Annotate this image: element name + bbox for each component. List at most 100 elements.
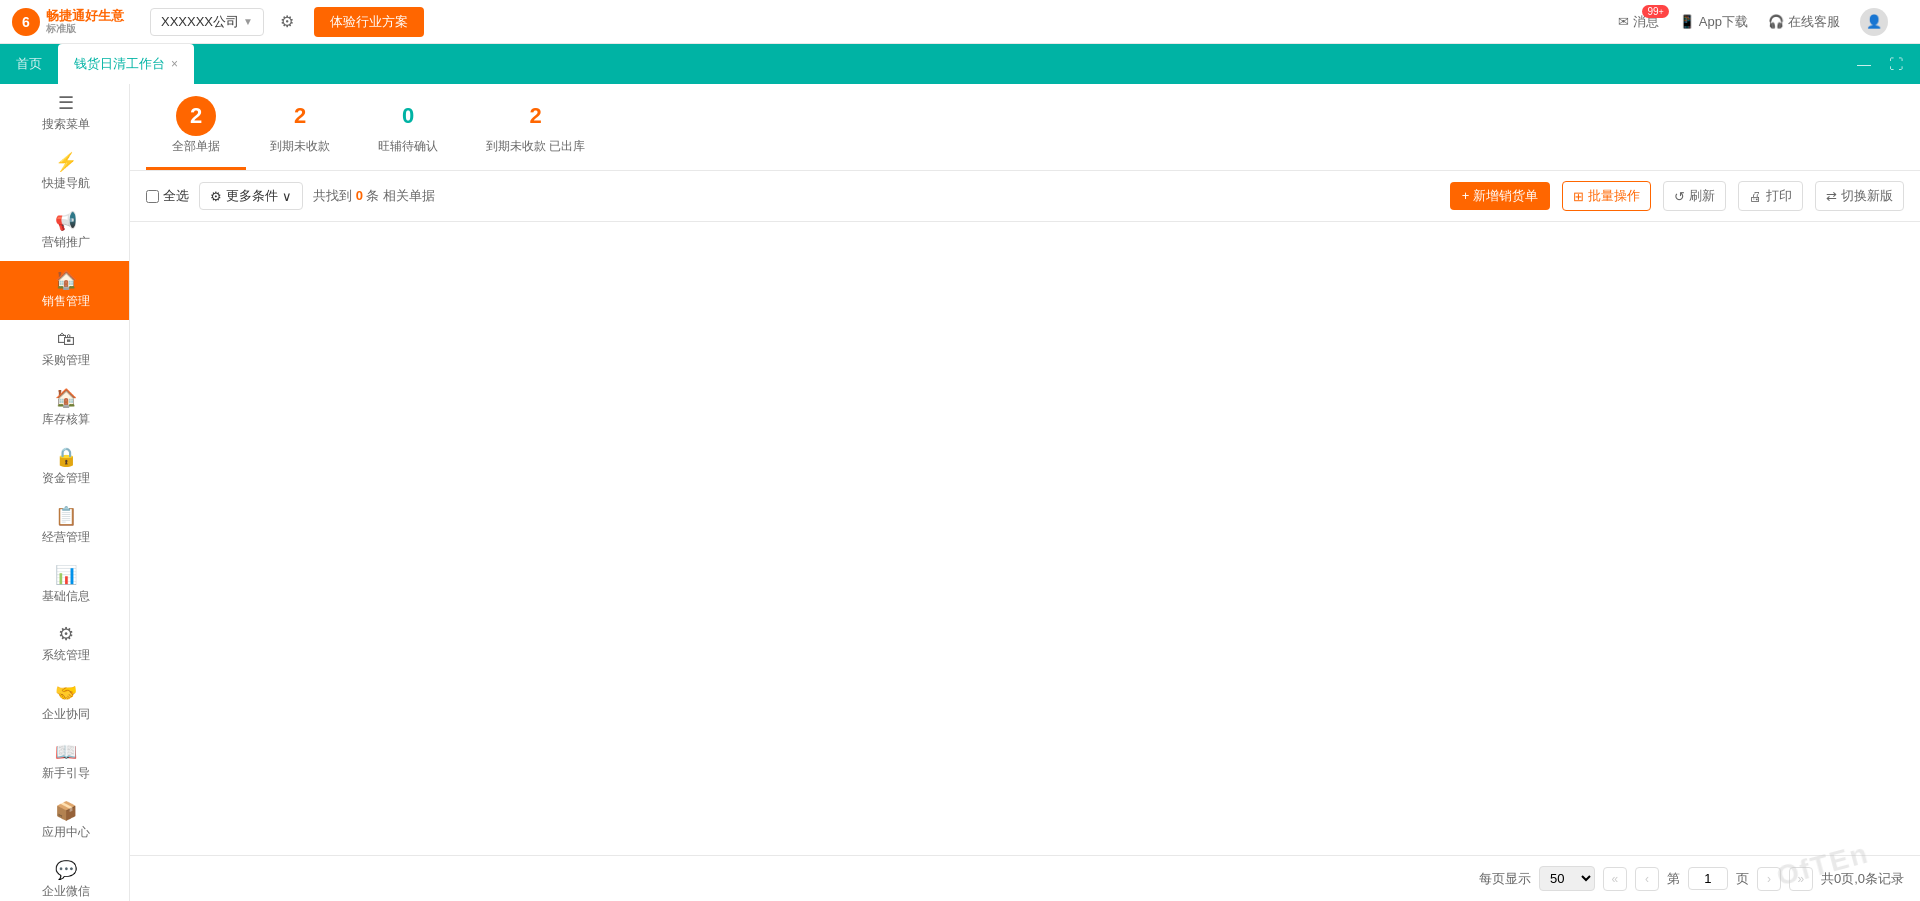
- sidebar-label-purchase: 采购管理: [42, 352, 90, 369]
- nav-tabs: 首页 钱货日清工作台 × — ⛶: [0, 44, 1920, 84]
- stat-tab-overdue-unpaid[interactable]: 2 到期未收款: [246, 84, 354, 170]
- sidebar-label-marketing: 营销推广: [42, 234, 90, 251]
- found-count: 0: [356, 188, 363, 203]
- per-page-label: 每页显示: [1479, 870, 1531, 888]
- messages-button[interactable]: ✉ 消息 99+: [1618, 13, 1659, 31]
- tab-daily-work[interactable]: 钱货日清工作台 ×: [58, 44, 194, 84]
- last-page-button[interactable]: »: [1789, 867, 1813, 891]
- operations-icon: 📋: [55, 507, 77, 525]
- company-selector[interactable]: XXXXXX公司 ▼: [150, 8, 264, 36]
- logo-text-area: 畅捷通好生意 标准版: [46, 8, 124, 36]
- stat-tab-all[interactable]: 2 全部单据: [146, 84, 246, 170]
- sidebar-item-system[interactable]: ⚙ 系统管理: [0, 615, 129, 674]
- sidebar-label-operations: 经营管理: [42, 529, 90, 546]
- user-icon: 👤: [1866, 14, 1882, 29]
- online-service-button[interactable]: 🎧 在线客服: [1768, 13, 1840, 31]
- select-all-text: 全选: [163, 187, 189, 205]
- top-header: 6 畅捷通好生意 标准版 XXXXXX公司 ▼ ⚙ 体验行业方案 ✉ 消息 99…: [0, 0, 1920, 44]
- logo-area: 6 畅捷通好生意 标准版: [12, 8, 142, 36]
- sidebar-item-operations[interactable]: 📋 经营管理: [0, 497, 129, 556]
- marketing-icon: 📢: [55, 212, 77, 230]
- sidebar-item-sales[interactable]: 🏠 销售管理: [0, 261, 129, 320]
- sidebar-label-quick-nav: 快捷导航: [42, 175, 90, 192]
- content-area: 2 全部单据 2 到期未收款 0 旺辅待确认 2 到期未收款 已出库 全选: [130, 84, 1920, 901]
- nav-tabs-actions: — ⛶: [1840, 52, 1920, 76]
- headset-icon: 🎧: [1768, 14, 1784, 29]
- batch-ops-button[interactable]: ⊞ 批量操作: [1562, 181, 1651, 211]
- refresh-icon: ↺: [1674, 189, 1685, 204]
- sidebar-label-system: 系统管理: [42, 647, 90, 664]
- sidebar-label-cooperation: 企业协同: [42, 706, 90, 723]
- sidebar-label-basic: 基础信息: [42, 588, 90, 605]
- settings-button[interactable]: ⚙: [272, 7, 302, 37]
- sidebar-item-basic-info[interactable]: 📊 基础信息: [0, 556, 129, 615]
- header-right: ✉ 消息 99+ 📱 App下载 🎧 在线客服 👤: [1618, 8, 1908, 36]
- stat-tab-overdue-out[interactable]: 2 到期未收款 已出库: [462, 84, 609, 170]
- company-arrow-icon: ▼: [243, 16, 253, 27]
- select-all-checkbox[interactable]: [146, 190, 159, 203]
- settings-icon: ⚙: [280, 12, 294, 31]
- switch-icon: ⇄: [1826, 189, 1837, 204]
- avatar[interactable]: 👤: [1860, 8, 1888, 36]
- toolbar-right: + 新增销货单 ⊞ 批量操作 ↺ 刷新 🖨 打印 ⇄ 切换新版: [1450, 181, 1904, 211]
- basic-info-icon: 📊: [55, 566, 77, 584]
- stat-label-wangdian: 旺辅待确认: [378, 138, 438, 155]
- print-icon: 🖨: [1749, 189, 1762, 204]
- sidebar-label-sales: 销售管理: [42, 293, 90, 310]
- logo-subtitle: 标准版: [46, 23, 124, 35]
- tab-minimize-button[interactable]: —: [1852, 52, 1876, 76]
- app-download-label: App下载: [1699, 13, 1748, 31]
- capital-icon: 🔒: [55, 448, 77, 466]
- search-menu-icon: ☰: [58, 94, 74, 112]
- sidebar-item-capital[interactable]: 🔒 资金管理: [0, 438, 129, 497]
- cooperation-icon: 🤝: [55, 684, 77, 702]
- sidebar-item-inventory[interactable]: 🏠 库存核算: [0, 379, 129, 438]
- sidebar-item-search-menu[interactable]: ☰ 搜索菜单: [0, 84, 129, 143]
- new-sales-button[interactable]: + 新增销货单: [1450, 182, 1550, 210]
- logo-title: 畅捷通好生意: [46, 8, 124, 24]
- app-download-button[interactable]: 📱 App下载: [1679, 13, 1748, 31]
- tab-close-icon[interactable]: ×: [171, 57, 178, 71]
- page-number-input[interactable]: [1688, 867, 1728, 890]
- stat-tab-wangdian[interactable]: 0 旺辅待确认: [354, 84, 462, 170]
- print-button[interactable]: 🖨 打印: [1738, 181, 1803, 211]
- filter-arrow-icon: ∨: [282, 189, 292, 204]
- stats-tabs: 2 全部单据 2 到期未收款 0 旺辅待确认 2 到期未收款 已出库: [130, 84, 1920, 171]
- table-content: [130, 222, 1920, 855]
- prev-page-button[interactable]: ‹: [1635, 867, 1659, 891]
- stat-label-overdue-out: 到期未收款 已出库: [486, 138, 585, 155]
- stat-label-overdue: 到期未收款: [270, 138, 330, 155]
- sidebar-label-guide: 新手引导: [42, 765, 90, 782]
- app-center-icon: 📦: [55, 802, 77, 820]
- refresh-button[interactable]: ↺ 刷新: [1663, 181, 1726, 211]
- sidebar-item-wechat[interactable]: 💬 企业微信: [0, 851, 129, 901]
- sidebar-item-app-center[interactable]: 📦 应用中心: [0, 792, 129, 851]
- filter-icon: ⚙: [210, 189, 222, 204]
- inventory-icon: 🏠: [55, 389, 77, 407]
- first-page-button[interactable]: «: [1603, 867, 1627, 891]
- company-name: XXXXXX公司: [161, 13, 239, 31]
- filter-button[interactable]: ⚙ 更多条件 ∨: [199, 182, 303, 210]
- sidebar-label-wechat: 企业微信: [42, 883, 90, 900]
- select-all-label[interactable]: 全选: [146, 187, 189, 205]
- tab-home[interactable]: 首页: [0, 44, 58, 84]
- page-label: 第: [1667, 870, 1680, 888]
- wechat-icon: 💬: [55, 861, 77, 879]
- batch-icon: ⊞: [1573, 189, 1584, 204]
- per-page-select[interactable]: 50 100 200: [1539, 866, 1595, 891]
- sidebar-item-purchase[interactable]: 🛍 采购管理: [0, 320, 129, 379]
- sidebar-item-guide[interactable]: 📖 新手引导: [0, 733, 129, 792]
- experience-industry-button[interactable]: 体验行业方案: [314, 7, 424, 37]
- sidebar-label-search: 搜索菜单: [42, 116, 90, 133]
- sidebar-item-quick-nav[interactable]: ⚡ 快捷导航: [0, 143, 129, 202]
- logo-icon: 6: [12, 8, 40, 36]
- sidebar-item-cooperation[interactable]: 🤝 企业协同: [0, 674, 129, 733]
- toolbar-left: 全选 ⚙ 更多条件 ∨ 共找到 0 条 相关单据: [146, 182, 435, 210]
- stat-number-wangdian: 0: [388, 96, 428, 136]
- sidebar-item-marketing[interactable]: 📢 营销推广: [0, 202, 129, 261]
- next-page-button[interactable]: ›: [1757, 867, 1781, 891]
- tab-maximize-button[interactable]: ⛶: [1884, 52, 1908, 76]
- toolbar: 全选 ⚙ 更多条件 ∨ 共找到 0 条 相关单据 + 新增销货单 ⊞: [130, 171, 1920, 222]
- sidebar-label-inventory: 库存核算: [42, 411, 90, 428]
- switch-version-button[interactable]: ⇄ 切换新版: [1815, 181, 1904, 211]
